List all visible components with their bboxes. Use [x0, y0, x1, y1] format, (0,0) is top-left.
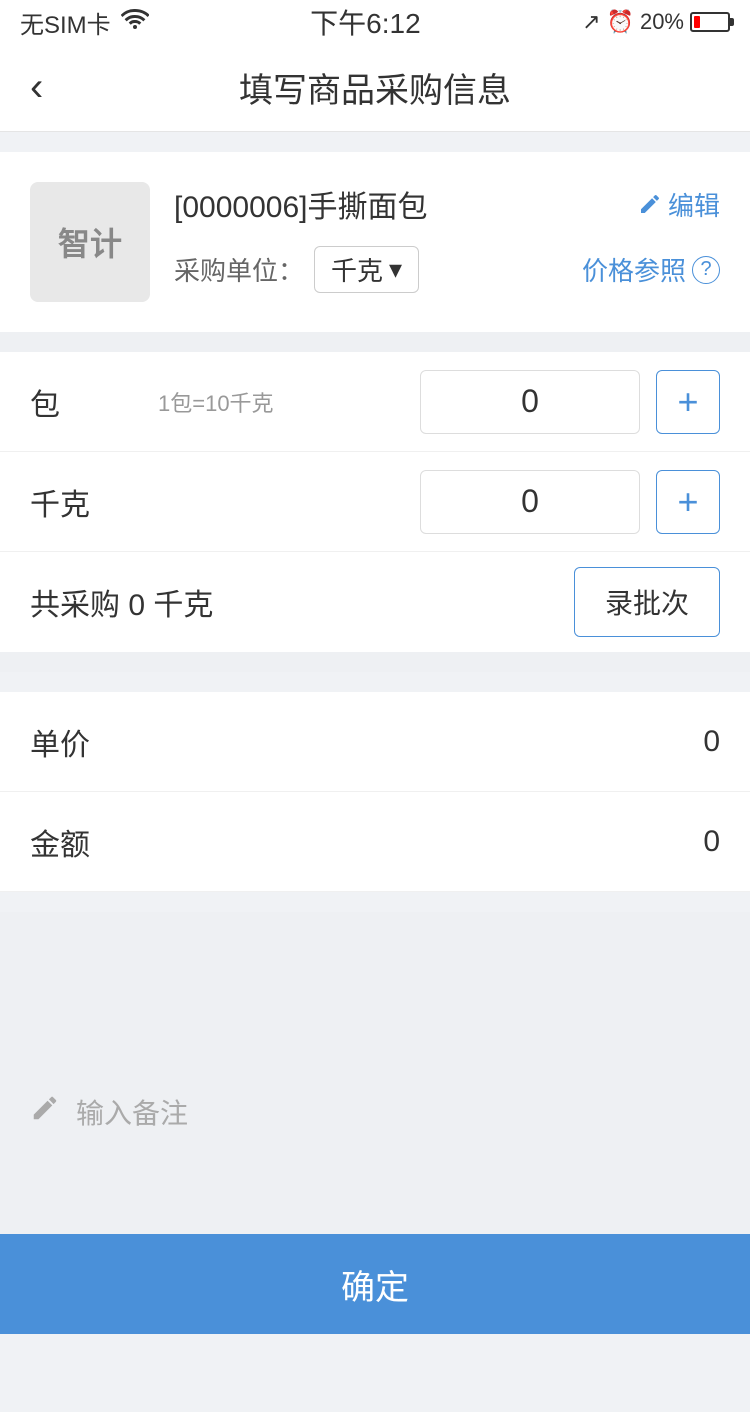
kg-plus-button[interactable]: +	[656, 470, 720, 534]
page-title: 填写商品采购信息	[239, 63, 511, 112]
kg-input-row: 千克 +	[0, 452, 750, 552]
unit-price-label: 单价	[30, 720, 90, 764]
confirm-button[interactable]: 确定	[0, 1234, 750, 1334]
bag-input-row: 包 1包=10千克 +	[0, 352, 750, 452]
bag-field-wrap: +	[274, 370, 720, 434]
kg-field-wrap: +	[150, 470, 720, 534]
edit-button[interactable]: 编辑	[638, 186, 720, 223]
amount-value: 0	[703, 825, 720, 859]
price-section: 单价 0 金额 0	[0, 692, 750, 892]
section-divider-1	[0, 332, 750, 352]
bag-plus-button[interactable]: +	[656, 370, 720, 434]
unit-price-row: 单价 0	[0, 692, 750, 792]
status-time: 下午6:12	[310, 2, 421, 42]
price-ref-button[interactable]: 价格参照 ?	[582, 251, 720, 288]
product-card: 智计 [0000006]手撕面包 编辑 采购单位： 千克 ▾ 价格参照 ?	[0, 152, 750, 332]
remark-placeholder: 输入备注	[76, 1092, 188, 1132]
unit-select[interactable]: 千克 ▾	[314, 246, 419, 293]
purchase-unit-row: 采购单位： 千克 ▾ 价格参照 ?	[174, 246, 720, 293]
unit-price-value: 0	[703, 725, 720, 759]
back-button[interactable]: ‹	[30, 65, 63, 110]
summary-row: 共采购 0 千克 录批次	[0, 552, 750, 652]
help-icon[interactable]: ?	[692, 256, 720, 284]
bag-sub-label: 1包=10千克	[158, 386, 274, 418]
product-logo: 智计	[58, 219, 122, 265]
bag-label: 包	[30, 380, 150, 424]
status-left: 无SIM卡	[20, 5, 149, 40]
record-batch-button[interactable]: 录批次	[574, 567, 720, 637]
amount-row: 金额 0	[0, 792, 750, 892]
product-name-row: [0000006]手撕面包 编辑	[174, 182, 720, 226]
kg-label: 千克	[30, 480, 150, 524]
unit-prefix: 采购单位：	[174, 251, 304, 288]
quantity-section: 包 1包=10千克 + 千克 +	[0, 352, 750, 552]
bag-input[interactable]	[420, 370, 640, 434]
pencil-icon	[30, 1093, 60, 1131]
chevron-down-icon: ▾	[389, 254, 402, 285]
nav-bar: ‹ 填写商品采购信息	[0, 44, 750, 132]
battery-icon	[690, 12, 730, 32]
carrier-label: 无SIM卡	[20, 5, 111, 40]
status-right: ↗ ⏰ 20%	[582, 9, 730, 35]
product-thumbnail: 智计	[30, 182, 150, 302]
summary-text: 共采购 0 千克	[30, 580, 213, 624]
location-icon: ↗	[582, 9, 600, 35]
alarm-icon: ⏰	[607, 9, 634, 35]
status-bar: 无SIM卡 下午6:12 ↗ ⏰ 20%	[0, 0, 750, 44]
kg-input[interactable]	[420, 470, 640, 534]
battery-percent: 20%	[640, 9, 684, 35]
amount-label: 金额	[30, 820, 90, 864]
section-divider-2	[0, 652, 750, 672]
product-info: [0000006]手撕面包 编辑 采购单位： 千克 ▾ 价格参照 ?	[174, 182, 720, 293]
product-name: [0000006]手撕面包	[174, 182, 427, 226]
wifi-icon	[121, 8, 149, 36]
